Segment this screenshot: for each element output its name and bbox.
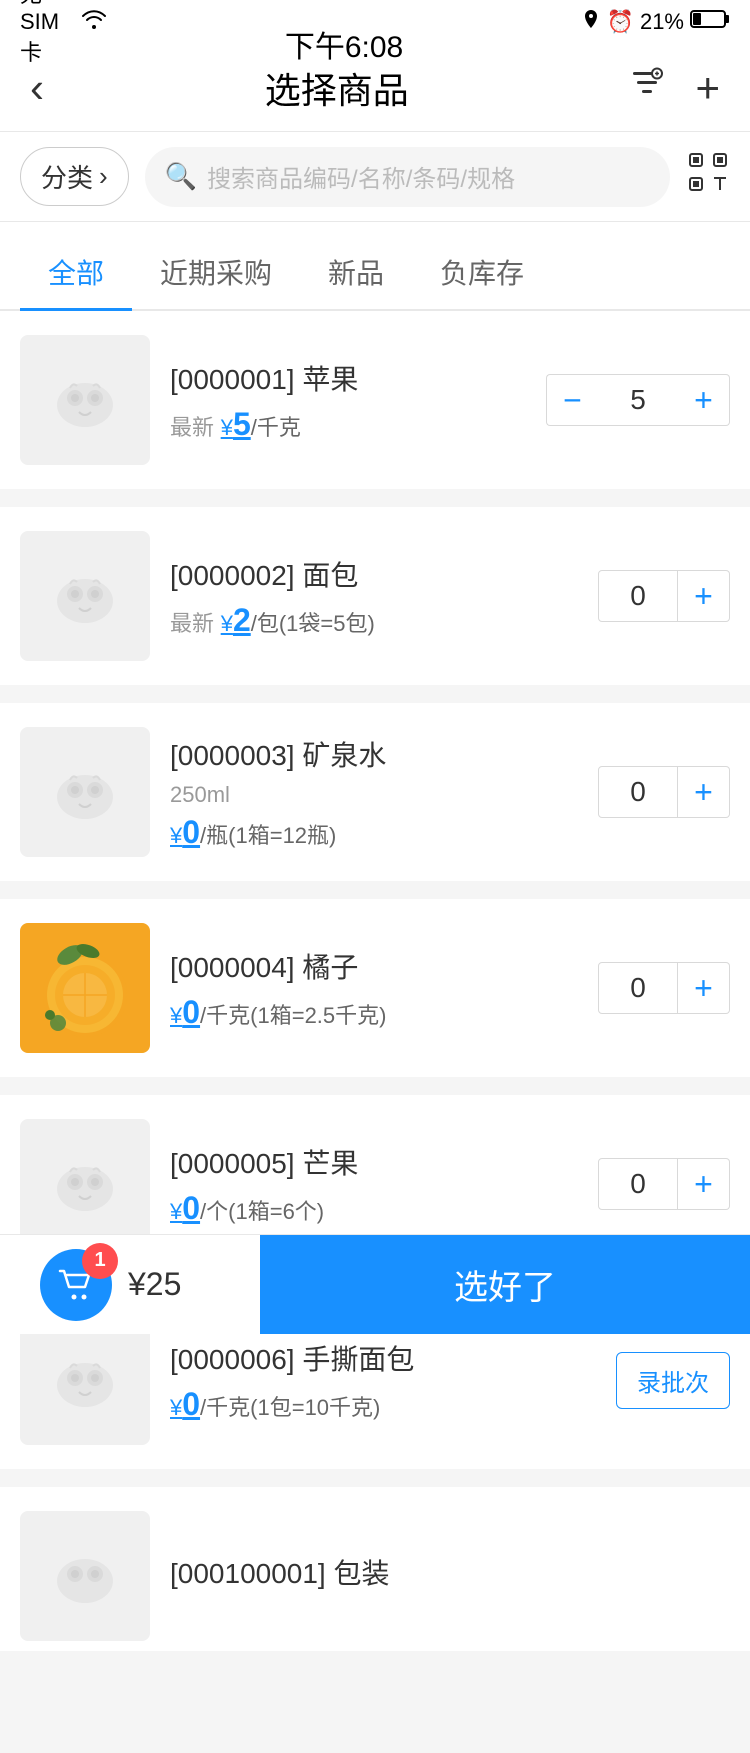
- product-info-0000004: [0000004] 橘子 ¥0/千克(1箱=2.5千克): [170, 946, 578, 1031]
- qty-input[interactable]: [598, 766, 678, 818]
- nav-actions: +: [629, 64, 720, 112]
- product-name: [0000005] 芒果: [170, 1142, 578, 1182]
- product-list: [0000001] 苹果 最新 ¥5/千克 − +: [0, 311, 750, 1753]
- qty-input[interactable]: [598, 1158, 678, 1210]
- tab-all[interactable]: 全部: [20, 242, 132, 311]
- filter-icon[interactable]: [629, 65, 665, 110]
- category-chevron: ›: [99, 161, 108, 192]
- product-image-0000006: [20, 1315, 150, 1445]
- product-item-0000003: [0000003] 矿泉水 250ml ¥0/瓶(1箱=12瓶) +: [0, 703, 750, 881]
- product-spec: 250ml: [170, 782, 578, 808]
- product-image-0000001: [20, 335, 150, 465]
- product-info-0000002: [0000002] 面包 最新 ¥2/包(1袋=5包): [170, 554, 578, 639]
- qty-input[interactable]: [598, 374, 678, 426]
- product-price: ¥0/瓶(1箱=12瓶): [170, 814, 578, 851]
- product-image-0000003: [20, 727, 150, 857]
- qty-plus-button[interactable]: +: [678, 570, 730, 622]
- wifi-icon: [80, 9, 108, 35]
- product-image-0000004: [20, 923, 150, 1053]
- product-name: [0000001] 苹果: [170, 358, 526, 398]
- qty-input[interactable]: [598, 570, 678, 622]
- product-info-0000001: [0000001] 苹果 最新 ¥5/千克: [170, 358, 526, 443]
- product-price: ¥0/个(1箱=6个): [170, 1190, 578, 1227]
- product-name: [0000002] 面包: [170, 554, 578, 594]
- category-button[interactable]: 分类 ›: [20, 147, 129, 206]
- tab-new[interactable]: 新品: [300, 242, 412, 311]
- qty-control-0000003: +: [598, 766, 730, 818]
- battery-icon: [690, 8, 730, 36]
- qty-plus-button[interactable]: +: [678, 1158, 730, 1210]
- sim-status: 无 SIM 卡: [20, 0, 72, 67]
- product-name: [0000004] 橘子: [170, 946, 578, 986]
- cart-area: 1 ¥25: [0, 1249, 260, 1321]
- filter-bar: 分类 › 🔍 搜索商品编码/名称/条码/规格: [0, 132, 750, 222]
- qty-plus-button[interactable]: +: [678, 766, 730, 818]
- product-info-0000006: [0000006] 手撕面包 ¥0/千克(1包=10千克): [170, 1338, 596, 1423]
- product-image-0000005: [20, 1119, 150, 1249]
- qty-minus-button[interactable]: −: [546, 374, 598, 426]
- cart-icon[interactable]: 1: [40, 1249, 112, 1321]
- cart-count: 1: [82, 1243, 118, 1279]
- add-button[interactable]: +: [695, 64, 720, 112]
- qty-plus-button[interactable]: +: [678, 962, 730, 1014]
- product-item-0000001: [0000001] 苹果 最新 ¥5/千克 − +: [0, 311, 750, 489]
- qty-control-0000002: +: [598, 570, 730, 622]
- product-price: 最新 ¥2/包(1袋=5包): [170, 602, 578, 639]
- status-time: 下午6:08: [285, 22, 403, 66]
- product-info-0000005: [0000005] 芒果 ¥0/个(1箱=6个): [170, 1142, 578, 1227]
- tab-negative[interactable]: 负库存: [412, 242, 552, 311]
- product-info-000100001: [000100001] 包装: [170, 1552, 730, 1600]
- status-right: ⏰ 21%: [581, 8, 730, 36]
- qty-control-0000005: +: [598, 1158, 730, 1210]
- qty-input[interactable]: [598, 962, 678, 1014]
- bottom-bar: 1 ¥25 选好了: [0, 1234, 750, 1334]
- product-price: ¥0/千克(1包=10千克): [170, 1386, 596, 1423]
- product-name: [000100001] 包装: [170, 1552, 730, 1592]
- alarm-icon: ⏰: [607, 9, 634, 35]
- location-icon: [581, 8, 601, 36]
- tab-bar: 全部 近期采购 新品 负库存: [0, 222, 750, 311]
- page-title: 选择商品: [265, 62, 409, 114]
- product-item-0000002: [0000002] 面包 最新 ¥2/包(1袋=5包) +: [0, 507, 750, 685]
- product-name: [0000003] 矿泉水: [170, 734, 578, 774]
- cart-total: ¥25: [128, 1266, 181, 1303]
- battery-percent: 21%: [640, 9, 684, 35]
- search-box[interactable]: 🔍 搜索商品编码/名称/条码/规格: [145, 147, 670, 207]
- qty-control-0000004: +: [598, 962, 730, 1014]
- scan-icon[interactable]: [686, 150, 730, 204]
- product-image-000100001: [20, 1511, 150, 1641]
- status-bar: 无 SIM 卡 下午6:08 ⏰ 21%: [0, 0, 750, 44]
- tab-recent[interactable]: 近期采购: [132, 242, 300, 311]
- confirm-button[interactable]: 选好了: [260, 1235, 750, 1334]
- product-price: 最新 ¥5/千克: [170, 406, 526, 443]
- category-label: 分类: [41, 158, 93, 195]
- product-image-0000002: [20, 531, 150, 661]
- batch-button[interactable]: 录批次: [616, 1352, 730, 1409]
- product-name: [0000006] 手撕面包: [170, 1338, 596, 1378]
- product-info-0000003: [0000003] 矿泉水 250ml ¥0/瓶(1箱=12瓶): [170, 734, 578, 851]
- search-placeholder: 搜索商品编码/名称/条码/规格: [207, 159, 515, 194]
- search-icon: 🔍: [165, 161, 197, 192]
- qty-plus-button[interactable]: +: [678, 374, 730, 426]
- product-price: ¥0/千克(1箱=2.5千克): [170, 994, 578, 1031]
- product-item-0000004: [0000004] 橘子 ¥0/千克(1箱=2.5千克) +: [0, 899, 750, 1077]
- back-button[interactable]: ‹: [30, 64, 44, 112]
- product-item-000100001: [000100001] 包装: [0, 1487, 750, 1651]
- qty-control-0000001: − +: [546, 374, 730, 426]
- status-left: 无 SIM 卡: [20, 0, 108, 67]
